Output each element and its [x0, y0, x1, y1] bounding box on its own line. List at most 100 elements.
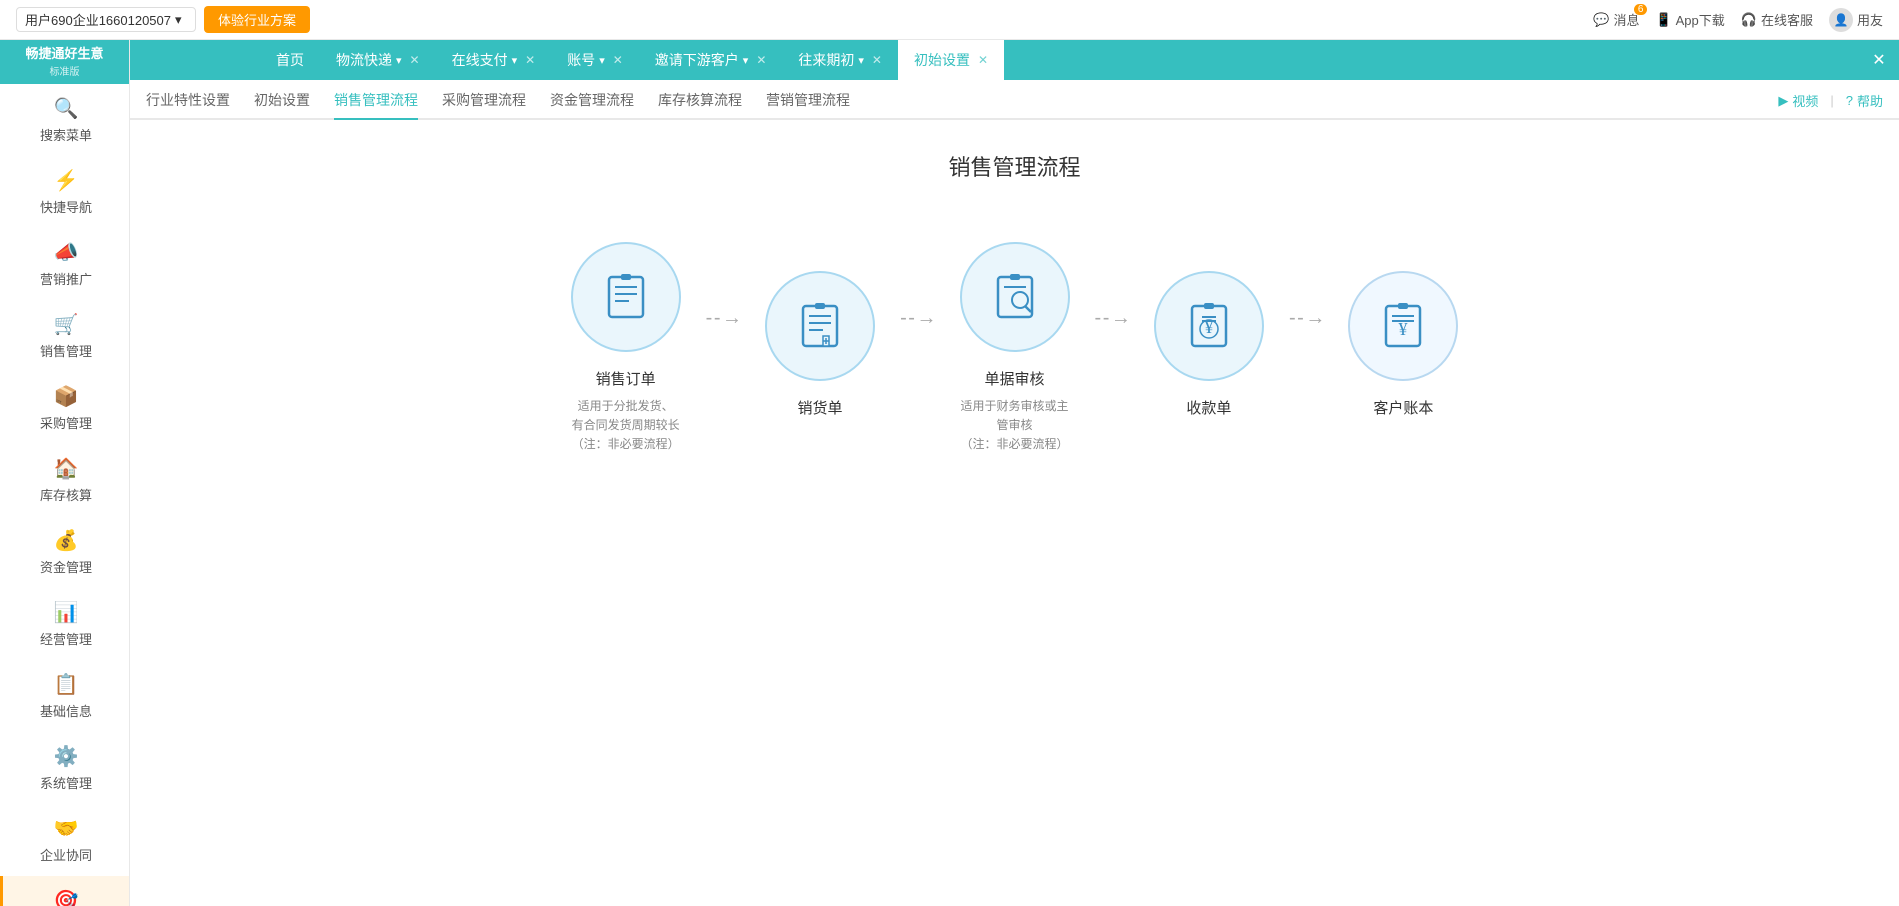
- service-item[interactable]: 🎧 在线客服: [1741, 10, 1813, 29]
- invoice-icon: [795, 301, 845, 351]
- nav-account-arrow: ▾: [599, 54, 605, 67]
- sidebar-item-coop[interactable]: 🤝 企业协同: [0, 804, 129, 876]
- message-icon: 💬: [1593, 12, 1609, 28]
- nav-payment[interactable]: 在线支付 ▾ ✕: [436, 40, 552, 80]
- nav-account[interactable]: 账号 ▾ ✕: [551, 40, 639, 80]
- nav-payment-close[interactable]: ✕: [525, 53, 535, 67]
- flow-diagram: 销售订单 适用于分批发货、有合同发货周期较长（注：非必要流程） - - →: [170, 242, 1859, 455]
- nav-init[interactable]: 初始设置 ✕: [898, 40, 1004, 80]
- nav-logistics-arrow: ▾: [396, 54, 402, 67]
- tab-finance-flow-label: 资金管理流程: [550, 92, 634, 108]
- app-download-item[interactable]: 📱 App下载: [1655, 10, 1724, 29]
- flow-step-review: 单据审核 适用于财务审核或主管审核（注：非必要流程）: [925, 242, 1105, 455]
- sidebar-item-quick[interactable]: ⚡ 快捷导航: [0, 156, 129, 228]
- tab-sales-flow[interactable]: 销售管理流程: [334, 80, 418, 120]
- service-icon: 🎧: [1741, 12, 1757, 28]
- purchase-icon: 📦: [54, 384, 79, 409]
- tab-finance-flow[interactable]: 资金管理流程: [550, 80, 634, 120]
- quick-icon: ⚡: [54, 168, 79, 193]
- top-bar: 用户690企业1660120507 ▾ 体验行业方案 💬 消息 6 📱 App下…: [0, 0, 1899, 40]
- tab-marketing-flow[interactable]: 营销管理流程: [766, 80, 850, 120]
- nav-bar: 首页 物流快递 ▾ ✕ 在线支付 ▾ ✕ 账号 ▾ ✕ 邀请下游客户 ▾ ✕: [130, 40, 1899, 80]
- tab-purchase-flow-label: 采购管理流程: [442, 92, 526, 108]
- username: 用友: [1857, 10, 1883, 29]
- flow-circle-sales-order: [571, 242, 681, 352]
- service-label: 在线客服: [1761, 10, 1813, 29]
- nav-logistics[interactable]: 物流快递 ▾ ✕: [320, 40, 436, 80]
- step-review-label: 单据审核: [984, 368, 1044, 389]
- tab-inventory-flow[interactable]: 库存核算流程: [658, 80, 742, 120]
- nav-init-label: 初始设置: [914, 50, 970, 70]
- divider: |: [1830, 93, 1833, 108]
- sidebar-item-finance[interactable]: 💰 资金管理: [0, 516, 129, 588]
- nav-period[interactable]: 往来期初 ▾ ✕: [782, 40, 898, 80]
- nav-invite[interactable]: 邀请下游客户 ▾ ✕: [639, 40, 783, 80]
- nav-period-close[interactable]: ✕: [872, 53, 882, 67]
- nav-close-all[interactable]: ✕: [1859, 40, 1899, 80]
- flow-step-sales-order: 销售订单 适用于分批发货、有合同发货周期较长（注：非必要流程）: [536, 242, 716, 455]
- sidebar-item-purchase[interactable]: 📦 采购管理: [0, 372, 129, 444]
- nav-account-close[interactable]: ✕: [613, 53, 623, 67]
- nav-home-label: 首页: [276, 50, 304, 70]
- flow-circle-receipt: ¥: [1154, 271, 1264, 381]
- sidebar-quick-label: 快捷导航: [40, 197, 92, 216]
- nav-init-close[interactable]: ✕: [978, 53, 988, 67]
- user-avatar-item[interactable]: 👤 用友: [1829, 8, 1883, 32]
- search-icon: 🔍: [54, 96, 79, 121]
- help-label: 帮助: [1857, 91, 1883, 110]
- nav-payment-label: 在线支付: [452, 50, 508, 70]
- sidebar-item-basic[interactable]: 📋 基础信息: [0, 660, 129, 732]
- coop-icon: 🤝: [54, 816, 79, 841]
- top-bar-right: 💬 消息 6 📱 App下载 🎧 在线客服 👤 用友: [1593, 8, 1883, 32]
- page-content: 销售管理流程: [130, 120, 1899, 906]
- nav-invite-close[interactable]: ✕: [756, 53, 766, 67]
- sidebar-item-operation[interactable]: 📊 经营管理: [0, 588, 129, 660]
- nav-payment-arrow: ▾: [512, 54, 518, 67]
- sidebar-inventory-label: 库存核算: [40, 485, 92, 504]
- step-account-label: 客户账本: [1373, 397, 1433, 418]
- sidebar-coop-label: 企业协同: [40, 845, 92, 864]
- step-review-desc: 适用于财务审核或主管审核（注：非必要流程）: [960, 397, 1068, 455]
- nav-home[interactable]: 首页: [260, 40, 320, 80]
- finance-icon: 💰: [54, 528, 79, 553]
- main-layout: 畅捷通好生意 标准版 🔍 搜索菜单 ⚡ 快捷导航 📣 营销推广 🛒 销售管理 📦…: [0, 40, 1899, 906]
- sidebar-marketing-label: 营销推广: [40, 269, 92, 288]
- tab-init-label: 初始设置: [254, 92, 310, 108]
- basic-icon: 📋: [54, 672, 79, 697]
- content-area: 行业特性设置 初始设置 销售管理流程 采购管理流程 资金管理流程 库存核算流程: [130, 80, 1899, 906]
- sidebar-item-system[interactable]: ⚙️ 系统管理: [0, 732, 129, 804]
- tab-industry[interactable]: 行业特性设置: [146, 80, 230, 120]
- step-sales-order-desc: 适用于分批发货、有合同发货周期较长（注：非必要流程）: [572, 397, 680, 455]
- nav-period-label: 往来期初: [798, 50, 854, 70]
- user-select[interactable]: 用户690企业1660120507 ▾: [16, 7, 196, 32]
- nav-invite-arrow: ▾: [743, 54, 749, 67]
- operation-icon: 📊: [54, 600, 79, 625]
- message-item[interactable]: 💬 消息 6: [1593, 10, 1639, 29]
- tab-inventory-flow-label: 库存核算流程: [658, 92, 742, 108]
- sidebar-logo: 畅捷通好生意 标准版: [0, 40, 129, 84]
- video-link[interactable]: ▶ 视频: [1778, 91, 1818, 110]
- video-label: 视频: [1792, 91, 1818, 110]
- tab-purchase-flow[interactable]: 采购管理流程: [442, 80, 526, 120]
- tab-marketing-flow-label: 营销管理流程: [766, 92, 850, 108]
- sidebar-basic-label: 基础信息: [40, 701, 92, 720]
- flow-step-invoice: 销货单: [730, 271, 910, 426]
- sidebar-item-guide[interactable]: 🎯 新手引导: [0, 876, 129, 906]
- nav-logistics-close[interactable]: ✕: [410, 53, 420, 67]
- nav-logistics-label: 物流快递: [336, 50, 392, 70]
- sidebar-system-label: 系统管理: [40, 773, 92, 792]
- tab-init[interactable]: 初始设置: [254, 80, 310, 120]
- flow-step-receipt: ¥ 收款单: [1119, 271, 1299, 426]
- sidebar-item-inventory[interactable]: 🏠 库存核算: [0, 444, 129, 516]
- help-link[interactable]: ? 帮助: [1846, 91, 1883, 110]
- app-icon: 📱: [1655, 12, 1671, 28]
- sidebar-item-sales[interactable]: 🛒 销售管理: [0, 300, 129, 372]
- order-icon: [601, 272, 651, 322]
- flow-circle-invoice: [765, 271, 875, 381]
- guide-icon: 🎯: [54, 888, 79, 906]
- logo-text: 畅捷通好生意: [25, 46, 103, 63]
- message-badge: 6: [1634, 4, 1648, 15]
- sidebar-item-marketing[interactable]: 📣 营销推广: [0, 228, 129, 300]
- trial-btn[interactable]: 体验行业方案: [204, 6, 310, 33]
- sidebar-item-search[interactable]: 🔍 搜索菜单: [0, 84, 129, 156]
